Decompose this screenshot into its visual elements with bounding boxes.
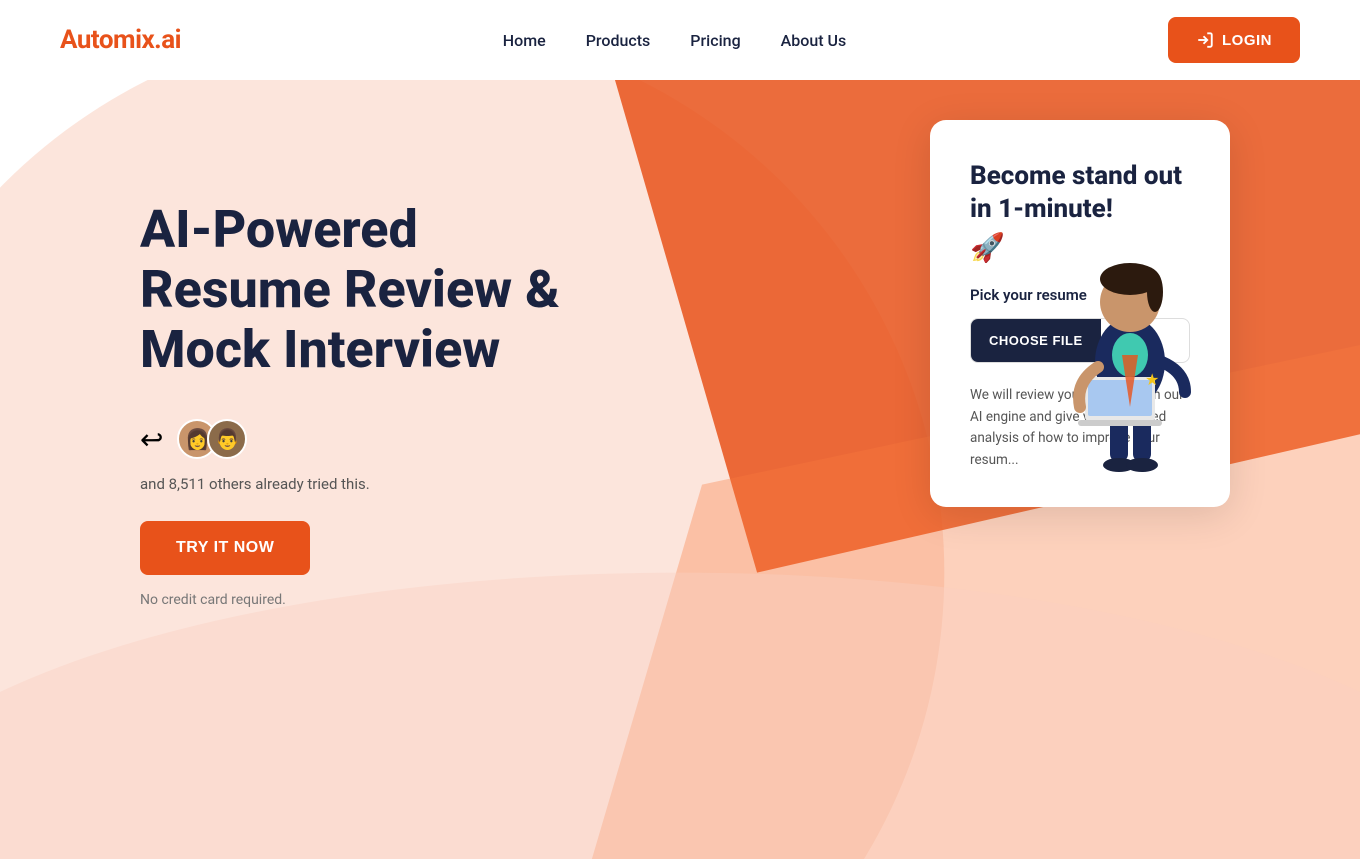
hero-left: AI-Powered Resume Review & Mock Intervie… [0,80,600,608]
svg-text:★: ★ [1145,370,1159,389]
login-label: LOGIN [1222,32,1272,49]
nav-about[interactable]: About Us [781,31,847,50]
avatar-group: 👩 👨 [177,419,247,459]
social-proof: and 8,511 others already tried this. [140,475,600,493]
person-illustration: ★ [1000,207,1200,507]
nav-pricing[interactable]: Pricing [690,31,740,50]
logo[interactable]: Automix.ai [60,25,181,55]
logo-text: Automix.ai [60,25,181,55]
login-button[interactable]: LOGIN [1168,17,1300,63]
avatars-row: ↩ 👩 👨 [140,419,600,459]
login-icon [1196,31,1214,49]
avatar-2: 👨 [207,419,247,459]
navbar: Automix.ai Home Products Pricing About U… [0,0,1360,80]
nav-products[interactable]: Products [586,31,651,50]
nav-links: Home Products Pricing About Us [503,31,846,50]
logo-o: o [99,25,113,55]
hero-title: AI-Powered Resume Review & Mock Intervie… [140,200,600,379]
card-wrapper: Become stand out in 1-minute! 🚀 Pick you… [930,120,1230,507]
nav-home[interactable]: Home [503,31,546,50]
try-it-now-button[interactable]: TRY IT NOW [140,521,310,575]
no-credit-text: No credit card required. [140,592,286,608]
squiggle-icon: ↩ [140,423,163,456]
